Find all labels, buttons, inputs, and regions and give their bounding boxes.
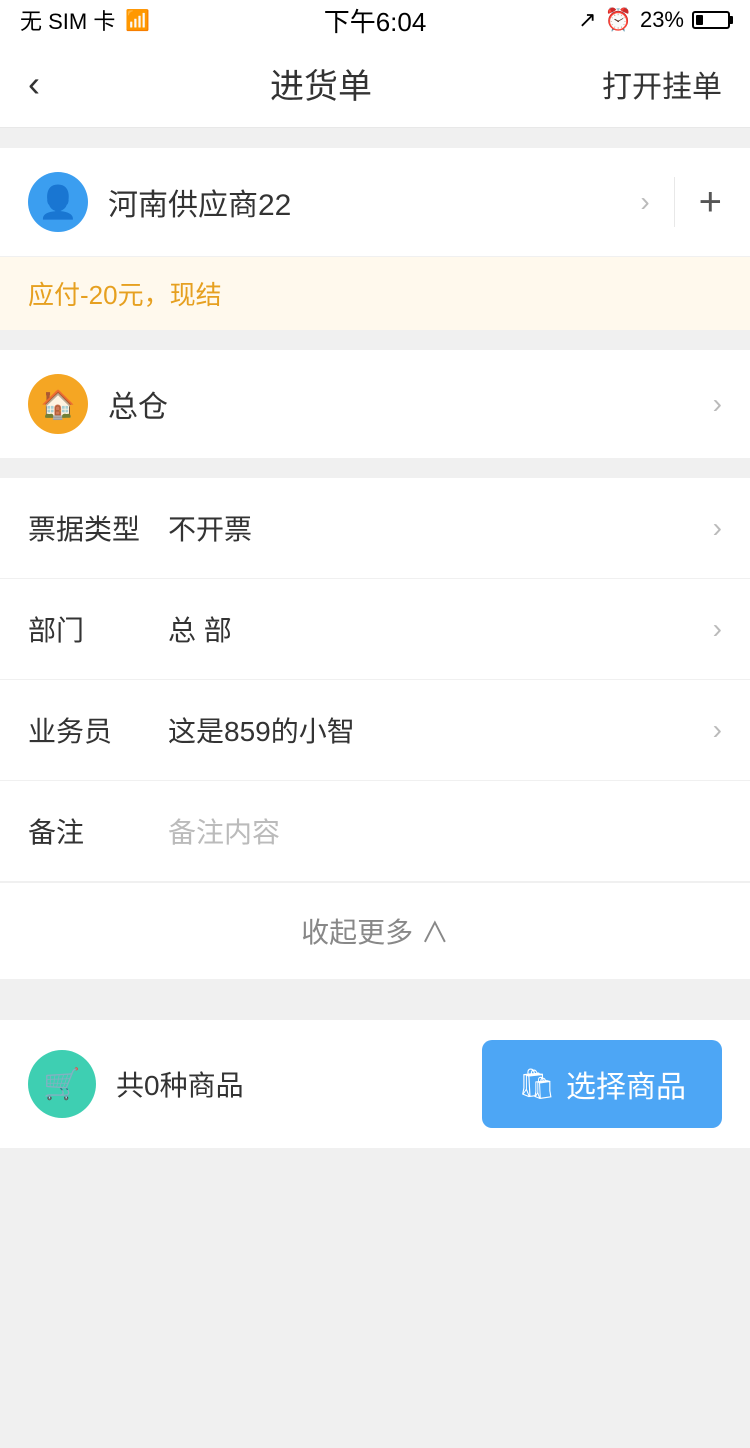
salesperson-label: 业务员 [28, 710, 148, 750]
supplier-row: 👤 河南供应商22 › + [0, 148, 750, 257]
department-row[interactable]: 部门 总 部 › [0, 579, 750, 680]
add-supplier-button[interactable]: + [699, 182, 722, 222]
section-gap-3 [0, 458, 750, 478]
remark-label: 备注 [28, 811, 148, 851]
supplier-section: 👤 河南供应商22 › + 应付-20元，现结 [0, 148, 750, 330]
section-gap-4 [0, 979, 750, 999]
notice-bar: 应付-20元，现结 [0, 257, 750, 330]
wifi-icon: 📶 [125, 8, 150, 33]
vertical-divider [674, 177, 675, 227]
status-time: 下午6:04 [324, 2, 427, 39]
location-icon: ↗ [578, 7, 596, 33]
invoice-type-row[interactable]: 票据类型 不开票 › [0, 478, 750, 579]
nav-bar: ‹ 进货单 打开挂单 [0, 40, 750, 128]
supplier-chevron-icon[interactable]: › [640, 186, 649, 218]
alarm-icon: ⏰ [605, 7, 632, 33]
remark-input[interactable]: 备注内容 [148, 811, 722, 851]
product-count: 共0种商品 [116, 1064, 482, 1104]
page-title: 进货单 [270, 59, 372, 108]
supplier-avatar: 👤 [28, 172, 88, 232]
house-icon: 🏠 [41, 388, 76, 421]
status-left: 无 SIM 卡 📶 [20, 4, 150, 36]
avatar-person-icon: 👤 [38, 183, 78, 221]
notice-text: 应付-20元，现结 [28, 280, 222, 310]
warehouse-chevron-icon: › [713, 388, 722, 420]
section-gap-1 [0, 128, 750, 148]
salesperson-row[interactable]: 业务员 这是859的小智 › [0, 680, 750, 781]
product-icon: 🛒 [43, 1067, 80, 1102]
status-right: ↗ ⏰ 23% [578, 7, 730, 33]
battery-fill [696, 15, 703, 25]
content-area [0, 1148, 750, 1448]
collapse-button[interactable]: 收起更多 ∧ [0, 882, 750, 979]
warehouse-row[interactable]: 🏠 总仓 › [0, 350, 750, 458]
salesperson-value: 这是859的小智 [148, 710, 713, 750]
product-icon-wrap: 🛒 [28, 1050, 96, 1118]
department-label: 部门 [28, 609, 148, 649]
invoice-type-value: 不开票 [148, 508, 713, 548]
select-product-button[interactable]: 🛍 选择商品 [482, 1040, 722, 1128]
collapse-label: 收起更多 ∧ [301, 917, 449, 948]
bottom-bar: 🛒 共0种商品 🛍 选择商品 [0, 1019, 750, 1148]
department-chevron-icon: › [713, 613, 722, 645]
open-pending-button[interactable]: 打开挂单 [602, 62, 722, 106]
form-section: 票据类型 不开票 › 部门 总 部 › 业务员 这是859的小智 › 备注 备注… [0, 478, 750, 979]
select-product-label: 选择商品 [566, 1062, 686, 1106]
department-value: 总 部 [148, 609, 713, 649]
battery-percentage: 23% [640, 7, 684, 33]
select-product-cart-icon: 🛍 [518, 1067, 556, 1102]
section-gap-2 [0, 330, 750, 350]
remark-row[interactable]: 备注 备注内容 [0, 781, 750, 882]
warehouse-icon-wrap: 🏠 [28, 374, 88, 434]
salesperson-chevron-icon: › [713, 714, 722, 746]
battery-bar [692, 11, 730, 29]
supplier-name: 河南供应商22 [108, 180, 640, 224]
invoice-type-label: 票据类型 [28, 508, 148, 548]
back-button[interactable]: ‹ [28, 63, 40, 105]
status-bar: 无 SIM 卡 📶 下午6:04 ↗ ⏰ 23% [0, 0, 750, 40]
warehouse-name: 总仓 [108, 382, 713, 426]
carrier-text: 无 SIM 卡 [20, 4, 115, 36]
invoice-type-chevron-icon: › [713, 512, 722, 544]
